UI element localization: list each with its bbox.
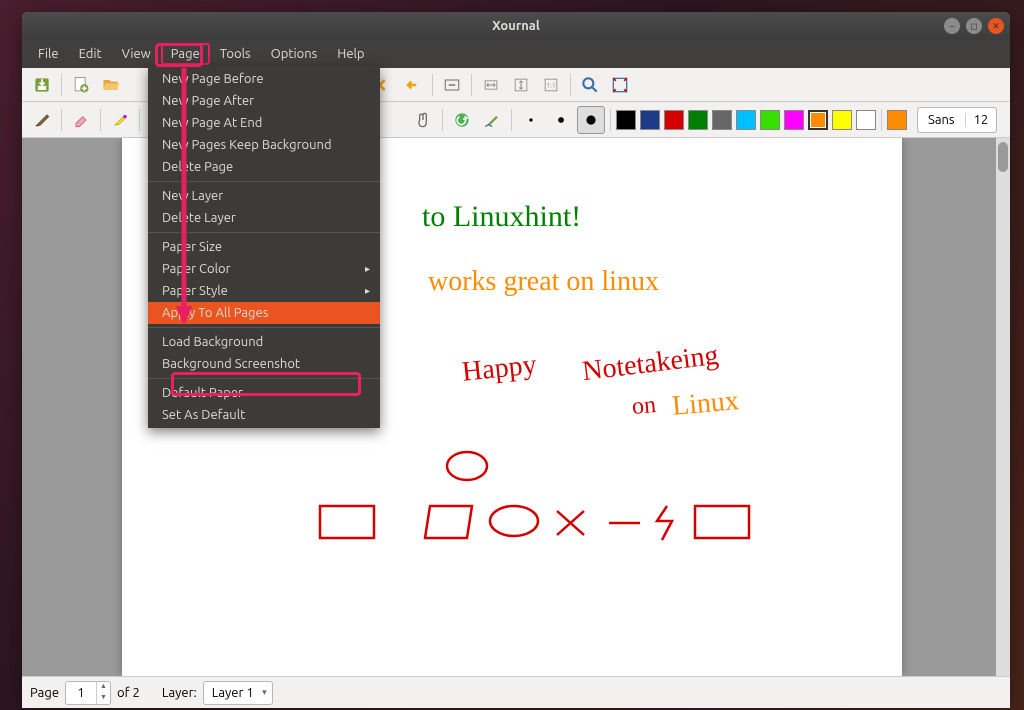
font-name: Sans <box>918 113 966 127</box>
drawn-x <box>554 508 589 538</box>
new-button[interactable] <box>67 71 95 99</box>
titlebar: Xournal – ◻ ✕ <box>22 12 1010 40</box>
drawn-zigzag <box>652 503 677 543</box>
menu-item-paper-color[interactable]: Paper Color <box>148 258 380 280</box>
menu-item-new-page-at-end[interactable]: New Page At End <box>148 112 380 134</box>
hand-tool[interactable] <box>409 106 437 134</box>
handwriting-text: Happy <box>461 349 539 389</box>
page-menu-dropdown: New Page BeforeNew Page AfterNew Page At… <box>148 66 380 428</box>
medium-stroke[interactable] <box>547 106 575 134</box>
menu-item-load-background[interactable]: Load Background <box>148 331 380 353</box>
current-color[interactable] <box>887 110 907 130</box>
menu-item-default-paper[interactable]: Default Paper <box>148 382 380 404</box>
drawn-rect <box>317 503 377 543</box>
page-number-input[interactable]: ▲▼ <box>65 681 111 705</box>
zoom-100-button[interactable]: 1:1 <box>537 71 565 99</box>
pen-tool[interactable] <box>28 106 56 134</box>
menu-page[interactable]: Page <box>161 43 210 65</box>
vertical-scrollbar[interactable] <box>996 138 1010 676</box>
statusbar: Page ▲▼ of 2 Layer: Layer 1 <box>22 676 1010 708</box>
font-size: 12 <box>966 113 997 127</box>
prev-page-button[interactable] <box>399 71 427 99</box>
color-swatch[interactable] <box>856 110 876 130</box>
menu-item-new-pages-keep-background[interactable]: New Pages Keep Background <box>148 134 380 156</box>
page-label: Page <box>30 686 59 700</box>
layer-label: Layer: <box>162 686 197 700</box>
color-swatch[interactable] <box>712 110 732 130</box>
menu-item-paper-size[interactable]: Paper Size <box>148 236 380 258</box>
svg-text:1:1: 1:1 <box>546 82 555 89</box>
menu-item-set-as-default[interactable]: Set As Default <box>148 404 380 426</box>
color-swatch[interactable] <box>784 110 804 130</box>
highlighter-tool[interactable] <box>106 106 134 134</box>
page-up-arrow[interactable]: ▲ <box>97 682 110 693</box>
color-swatch[interactable] <box>688 110 708 130</box>
menu-options[interactable]: Options <box>261 43 328 65</box>
handwriting-text: works great on linux <box>428 266 659 298</box>
menu-item-new-page-before[interactable]: New Page Before <box>148 68 380 90</box>
color-palette <box>616 110 876 130</box>
eraser-tool[interactable] <box>67 106 95 134</box>
fullscreen-button[interactable] <box>606 71 634 99</box>
drawn-ellipse <box>442 448 492 488</box>
drawn-ellipse <box>487 503 542 543</box>
minimize-button[interactable]: – <box>944 18 960 34</box>
thin-stroke[interactable] <box>517 106 545 134</box>
menubar: FileEditViewPageToolsOptionsHelp <box>22 40 1010 68</box>
color-swatch[interactable] <box>616 110 636 130</box>
menu-item-paper-style[interactable]: Paper Style <box>148 280 380 302</box>
zoom-out-button[interactable] <box>438 71 466 99</box>
window-controls: – ◻ ✕ <box>944 18 1004 34</box>
handwriting-text: Notetakeing <box>581 340 721 388</box>
font-selector[interactable]: Sans 12 <box>917 107 997 133</box>
window-title: Xournal <box>492 19 540 33</box>
menu-item-delete-layer[interactable]: Delete Layer <box>148 207 380 229</box>
menu-item-background-screenshot[interactable]: Background Screenshot <box>148 353 380 375</box>
color-swatch[interactable] <box>736 110 756 130</box>
fit-width-button[interactable] <box>477 71 505 99</box>
redo-tool[interactable] <box>448 106 476 134</box>
fit-page-button[interactable] <box>507 71 535 99</box>
menu-help[interactable]: Help <box>327 43 374 65</box>
handwriting-text: to Linuxhint! <box>422 200 581 234</box>
maximize-button[interactable]: ◻ <box>966 18 982 34</box>
color-swatch[interactable] <box>832 110 852 130</box>
zoom-button[interactable] <box>576 71 604 99</box>
menu-file[interactable]: File <box>28 43 69 65</box>
open-button[interactable] <box>97 71 125 99</box>
color-swatch[interactable] <box>664 110 684 130</box>
thick-stroke[interactable] <box>577 106 605 134</box>
color-swatch[interactable] <box>640 110 660 130</box>
drawn-rect <box>692 503 752 543</box>
scrollbar-thumb[interactable] <box>998 142 1008 172</box>
menu-item-new-layer[interactable]: New Layer <box>148 185 380 207</box>
handwriting-text: on <box>631 392 657 421</box>
page-count-label: of 2 <box>117 686 140 700</box>
color-swatch[interactable] <box>808 110 828 130</box>
save-button[interactable] <box>28 71 56 99</box>
drawn-parallelogram <box>422 503 477 543</box>
color-swatch[interactable] <box>760 110 780 130</box>
menu-edit[interactable]: Edit <box>69 43 112 65</box>
menu-view[interactable]: View <box>112 43 161 65</box>
shape-tool[interactable] <box>478 106 506 134</box>
menu-item-new-page-after[interactable]: New Page After <box>148 90 380 112</box>
page-number-field[interactable] <box>66 686 96 700</box>
menu-item-delete-page[interactable]: Delete Page <box>148 156 380 178</box>
menu-item-apply-to-all-pages[interactable]: Apply To All Pages <box>148 302 380 324</box>
menu-tools[interactable]: Tools <box>210 43 261 65</box>
handwriting-text: Linux <box>671 385 740 423</box>
page-down-arrow[interactable]: ▼ <box>97 693 110 704</box>
drawn-line <box>607 518 642 528</box>
close-button[interactable]: ✕ <box>988 18 1004 34</box>
layer-selector[interactable]: Layer 1 <box>203 681 273 705</box>
